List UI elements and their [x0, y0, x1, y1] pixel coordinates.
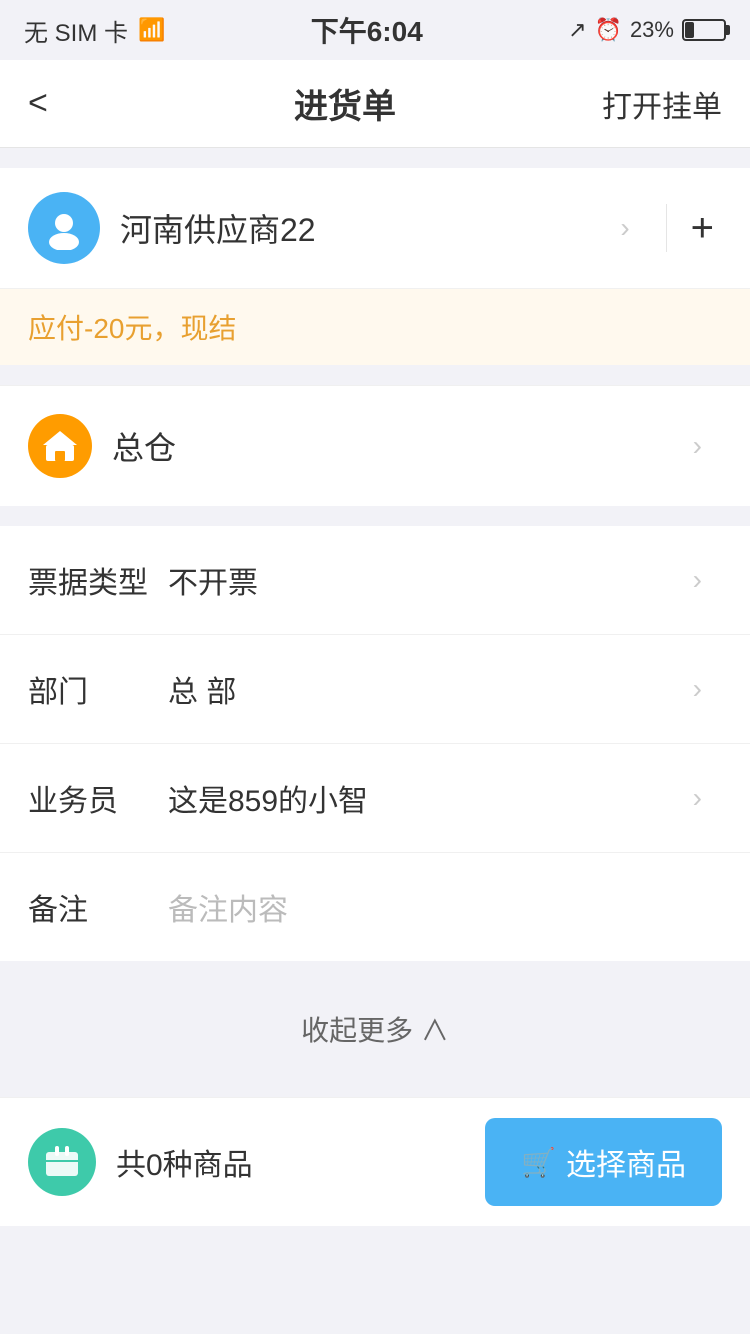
department-chevron: › — [693, 673, 702, 705]
salesperson-label: 业务员 — [28, 776, 168, 820]
warehouse-icon — [28, 414, 92, 478]
warehouse-row[interactable]: 总仓 › — [0, 385, 750, 506]
section-gap-1 — [0, 148, 750, 168]
open-pending-button[interactable]: 打开挂单 — [602, 82, 722, 126]
department-label: 部门 — [28, 667, 168, 711]
salesperson-row[interactable]: 业务员 这是859的小智 › — [0, 744, 750, 853]
page-title: 进货单 — [294, 79, 396, 128]
salesperson-value: 这是859的小智 — [168, 776, 693, 820]
supplier-avatar-icon — [42, 206, 86, 250]
remark-label: 备注 — [28, 885, 168, 929]
back-button[interactable]: < — [28, 84, 88, 123]
remark-input[interactable]: 备注内容 — [168, 885, 722, 929]
wifi-icon: 📶 — [138, 17, 165, 43]
product-svg — [42, 1142, 82, 1182]
status-time: 下午6:04 — [311, 10, 423, 50]
select-product-button[interactable]: 🛒 选择商品 — [485, 1118, 722, 1206]
department-row[interactable]: 部门 总 部 › — [0, 635, 750, 744]
status-right: ↗ ⏰ 23% — [568, 17, 726, 43]
invoice-type-label: 票据类型 — [28, 558, 168, 602]
supplier-name: 河南供应商22 — [120, 205, 620, 251]
supplier-avatar — [28, 192, 100, 264]
battery-fill — [685, 22, 694, 38]
divider — [666, 204, 667, 252]
supplier-section: 河南供应商22 › + 应付-20元，现结 — [0, 168, 750, 365]
supplier-chevron-icon: › — [620, 212, 629, 244]
warehouse-name: 总仓 — [112, 423, 693, 469]
form-section: 票据类型 不开票 › 部门 总 部 › 业务员 这是859的小智 › 备注 备注… — [0, 526, 750, 961]
battery-label: 23% — [630, 17, 674, 43]
alarm-icon: ⏰ — [595, 17, 622, 43]
status-left: 无 SIM 卡 📶 — [24, 13, 165, 48]
invoice-type-chevron: › — [693, 564, 702, 596]
department-value: 总 部 — [168, 667, 693, 711]
collapse-button[interactable]: 收起更多 ∧ — [0, 981, 750, 1077]
warehouse-svg — [41, 427, 79, 465]
location-icon: ↗ — [568, 17, 586, 43]
product-count-label: 共0种商品 — [116, 1140, 485, 1184]
supplier-row[interactable]: 河南供应商22 › + — [0, 168, 750, 289]
select-product-icon: 🛒 — [521, 1146, 556, 1179]
section-gap-2 — [0, 365, 750, 385]
bottom-bar: 共0种商品 🛒 选择商品 — [0, 1097, 750, 1226]
nav-bar: < 进货单 打开挂单 — [0, 60, 750, 148]
product-icon — [28, 1128, 96, 1196]
select-product-label: 选择商品 — [566, 1140, 686, 1184]
battery-bar — [682, 19, 726, 41]
carrier-label: 无 SIM 卡 — [24, 13, 128, 48]
salesperson-chevron: › — [693, 782, 702, 814]
status-bar: 无 SIM 卡 📶 下午6:04 ↗ ⏰ 23% — [0, 0, 750, 60]
notice-bar: 应付-20元，现结 — [0, 289, 750, 365]
invoice-type-value: 不开票 — [168, 558, 693, 602]
remark-row[interactable]: 备注 备注内容 — [0, 853, 750, 961]
warehouse-chevron-icon: › — [693, 430, 702, 462]
invoice-type-row[interactable]: 票据类型 不开票 › — [0, 526, 750, 635]
add-supplier-button[interactable]: + — [683, 206, 722, 251]
